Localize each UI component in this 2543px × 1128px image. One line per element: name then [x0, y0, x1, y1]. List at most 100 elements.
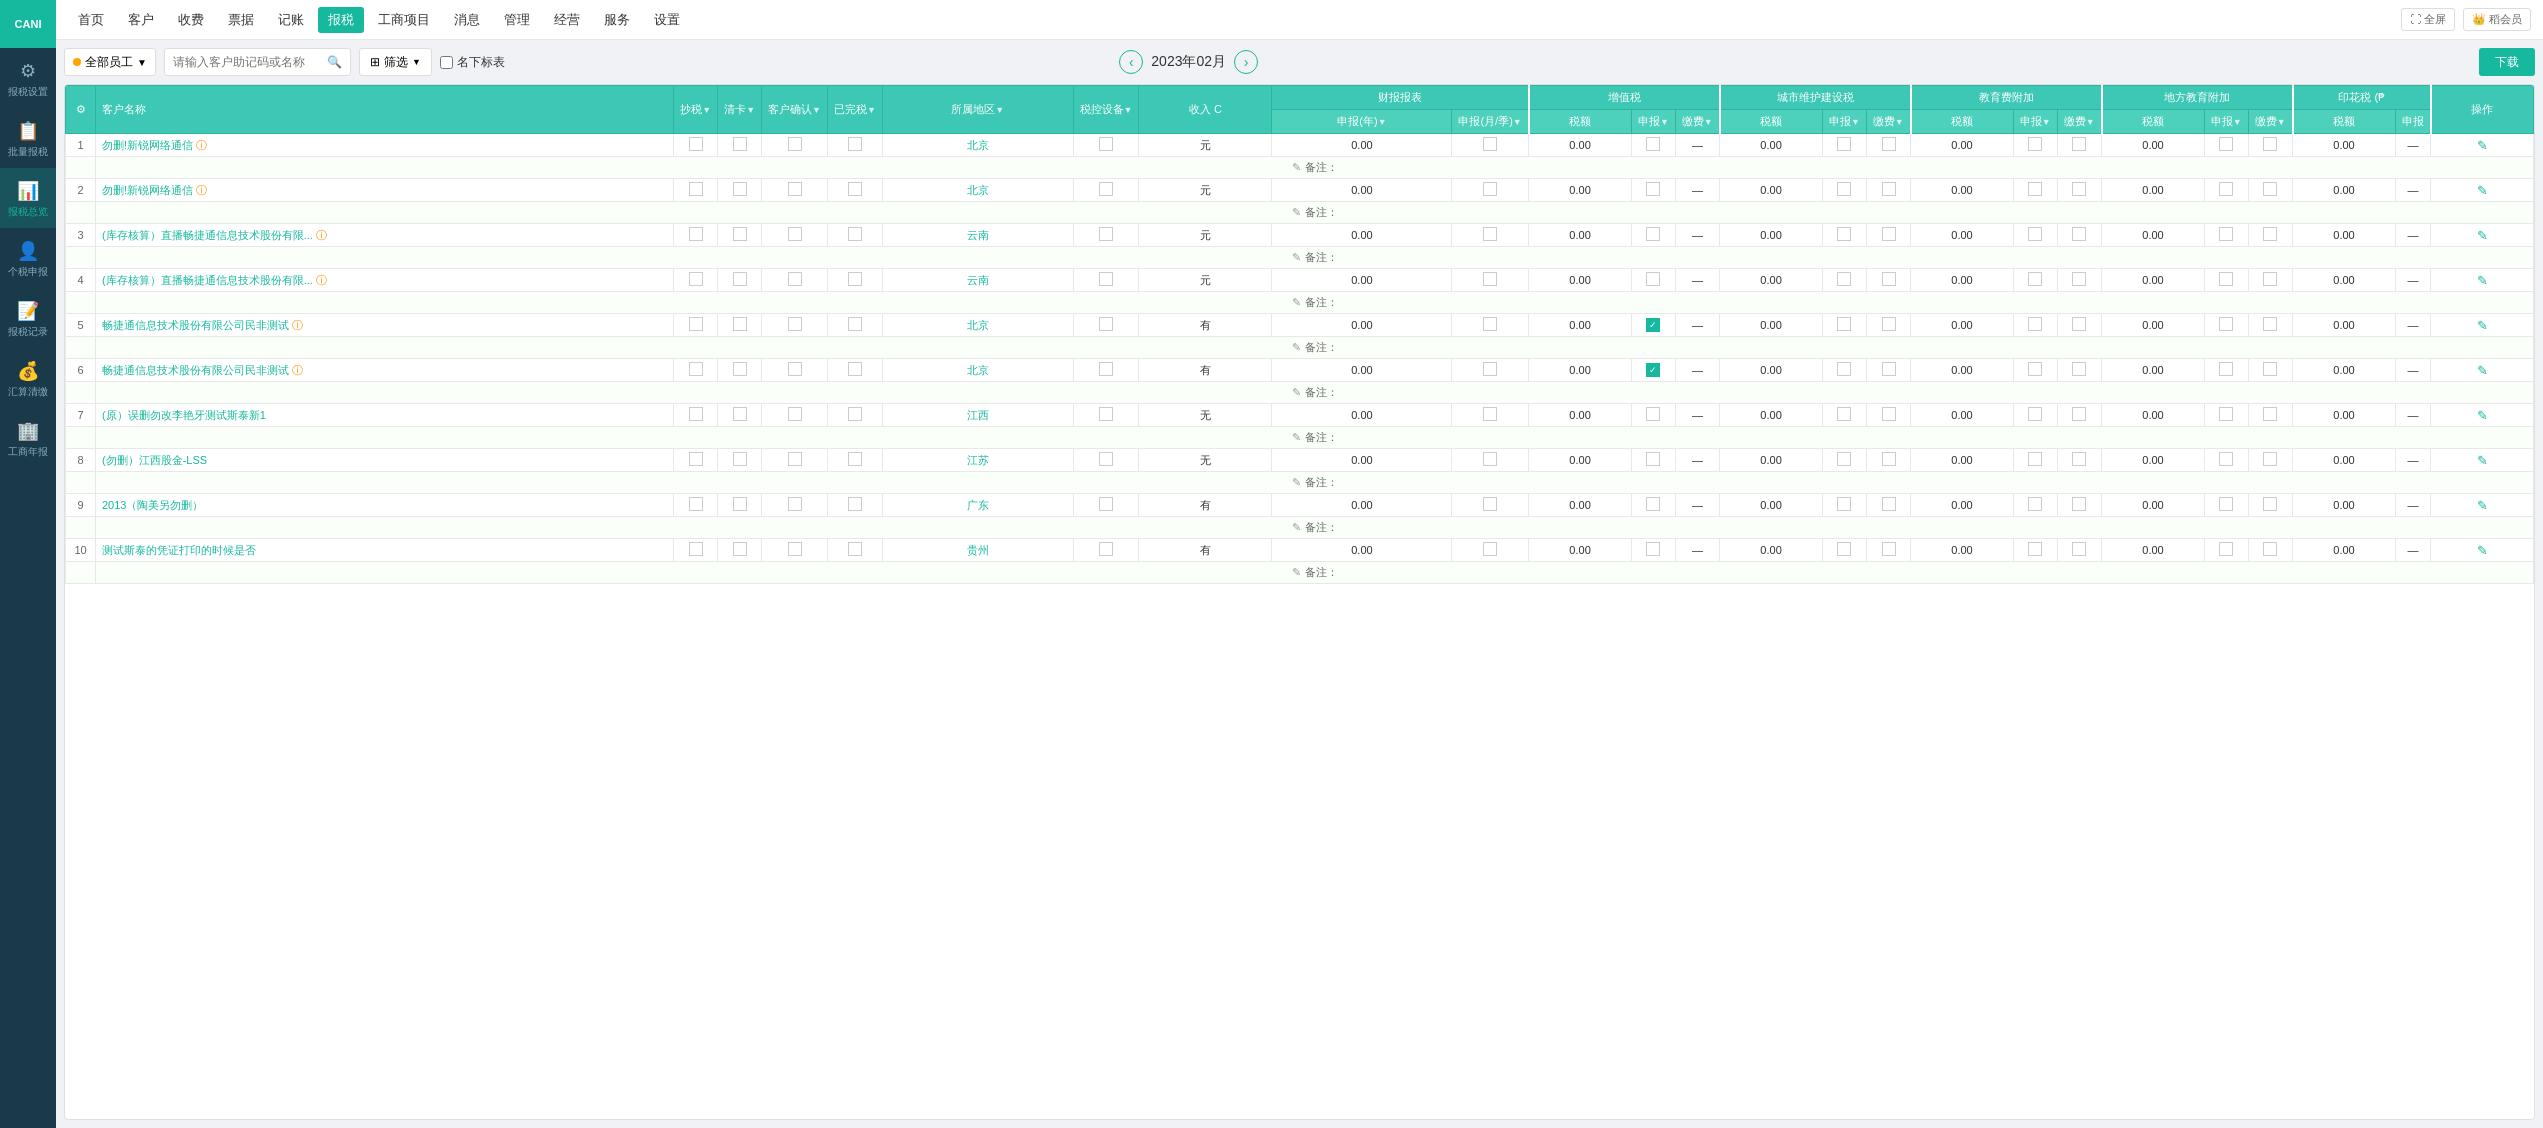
unchecked-checkbox[interactable] [848, 542, 862, 556]
unchecked-checkbox[interactable] [2263, 272, 2277, 286]
edit-icon[interactable]: ✎ [2477, 543, 2488, 558]
unchecked-checkbox[interactable] [1099, 452, 1113, 466]
unchecked-checkbox[interactable] [1882, 137, 1896, 151]
unchecked-checkbox[interactable] [848, 452, 862, 466]
unchecked-checkbox[interactable] [1483, 362, 1497, 376]
unchecked-checkbox[interactable] [2072, 452, 2086, 466]
unchecked-checkbox[interactable] [2072, 317, 2086, 331]
unchecked-checkbox[interactable] [788, 182, 802, 196]
unchecked-checkbox[interactable] [1646, 452, 1660, 466]
unchecked-checkbox[interactable] [1483, 497, 1497, 511]
unchecked-checkbox[interactable] [2219, 542, 2233, 556]
unchecked-checkbox[interactable] [2028, 137, 2042, 151]
unchecked-checkbox[interactable] [1646, 272, 1660, 286]
edit-icon[interactable]: ✎ [2477, 363, 2488, 378]
unchecked-checkbox[interactable] [733, 182, 747, 196]
sidebar-item-personal-tax[interactable]: 👤 个税申报 [0, 228, 56, 288]
unchecked-checkbox[interactable] [1099, 407, 1113, 421]
client-name-cell[interactable]: (库存核算）直播畅捷通信息技术股份有限... ⓘ [96, 224, 674, 247]
unchecked-checkbox[interactable] [1483, 227, 1497, 241]
checked-checkbox[interactable]: ✓ [1646, 318, 1660, 332]
unchecked-checkbox[interactable] [788, 452, 802, 466]
fullscreen-button[interactable]: ⛶ 全屏 [2401, 8, 2455, 31]
unchecked-checkbox[interactable] [1646, 542, 1660, 556]
unchecked-checkbox[interactable] [1099, 317, 1113, 331]
sidebar-item-tax-settings[interactable]: ⚙ 报税设置 [0, 48, 56, 108]
unchecked-checkbox[interactable] [2263, 497, 2277, 511]
unchecked-checkbox[interactable] [733, 407, 747, 421]
unchecked-checkbox[interactable] [1882, 362, 1896, 376]
unchecked-checkbox[interactable] [2263, 137, 2277, 151]
nav-fee[interactable]: 收费 [168, 7, 214, 33]
unchecked-checkbox[interactable] [2072, 407, 2086, 421]
unchecked-checkbox[interactable] [788, 407, 802, 421]
unchecked-checkbox[interactable] [1837, 137, 1851, 151]
unchecked-checkbox[interactable] [1646, 497, 1660, 511]
client-name-cell[interactable]: 勿删!新锐网络通信 ⓘ [96, 179, 674, 202]
unchecked-checkbox[interactable] [2219, 137, 2233, 151]
edit-icon[interactable]: ✎ [2477, 498, 2488, 513]
unchecked-checkbox[interactable] [1646, 407, 1660, 421]
unchecked-checkbox[interactable] [2219, 407, 2233, 421]
unchecked-checkbox[interactable] [689, 542, 703, 556]
sidebar-item-annual-settlement[interactable]: 💰 汇算清缴 [0, 348, 56, 408]
unchecked-checkbox[interactable] [2072, 272, 2086, 286]
unchecked-checkbox[interactable] [2219, 362, 2233, 376]
member-button[interactable]: 👑 稻会员 [2463, 8, 2531, 31]
unchecked-checkbox[interactable] [1837, 227, 1851, 241]
sidebar-item-business-annual[interactable]: 🏢 工商年报 [0, 408, 56, 468]
unchecked-checkbox[interactable] [1099, 497, 1113, 511]
unchecked-checkbox[interactable] [848, 272, 862, 286]
edit-icon[interactable]: ✎ [2477, 183, 2488, 198]
nav-settings[interactable]: 设置 [644, 7, 690, 33]
unchecked-checkbox[interactable] [2219, 497, 2233, 511]
unchecked-checkbox[interactable] [848, 182, 862, 196]
unchecked-checkbox[interactable] [733, 497, 747, 511]
unchecked-checkbox[interactable] [1646, 182, 1660, 196]
unchecked-checkbox[interactable] [1483, 542, 1497, 556]
unchecked-checkbox[interactable] [733, 452, 747, 466]
unchecked-checkbox[interactable] [689, 317, 703, 331]
prev-month-button[interactable]: ‹ [1119, 50, 1143, 74]
unchecked-checkbox[interactable] [2263, 317, 2277, 331]
unchecked-checkbox[interactable] [689, 227, 703, 241]
unchecked-checkbox[interactable] [2219, 182, 2233, 196]
unchecked-checkbox[interactable] [1646, 227, 1660, 241]
unchecked-checkbox[interactable] [2219, 452, 2233, 466]
unchecked-checkbox[interactable] [1837, 452, 1851, 466]
client-name-cell[interactable]: 勿删!新锐网络通信 ⓘ [96, 134, 674, 157]
nav-manage[interactable]: 管理 [494, 7, 540, 33]
unchecked-checkbox[interactable] [2072, 362, 2086, 376]
unchecked-checkbox[interactable] [2028, 272, 2042, 286]
unchecked-checkbox[interactable] [1099, 272, 1113, 286]
unchecked-checkbox[interactable] [2028, 407, 2042, 421]
unchecked-checkbox[interactable] [2263, 362, 2277, 376]
download-button[interactable]: 下载 [2479, 48, 2535, 76]
unchecked-checkbox[interactable] [689, 407, 703, 421]
search-icon[interactable]: 🔍 [327, 55, 342, 69]
nav-bookkeeping[interactable]: 记账 [268, 7, 314, 33]
unchecked-checkbox[interactable] [1099, 542, 1113, 556]
unchecked-checkbox[interactable] [1837, 407, 1851, 421]
filter-button[interactable]: ⊞ 筛选 ▼ [359, 48, 432, 76]
unchecked-checkbox[interactable] [848, 227, 862, 241]
unchecked-checkbox[interactable] [2072, 542, 2086, 556]
unchecked-checkbox[interactable] [689, 497, 703, 511]
unchecked-checkbox[interactable] [2219, 227, 2233, 241]
client-name-cell[interactable]: (勿删）江西股金-LSS [96, 449, 674, 472]
unchecked-checkbox[interactable] [1837, 182, 1851, 196]
unchecked-checkbox[interactable] [1099, 227, 1113, 241]
next-month-button[interactable]: › [1234, 50, 1258, 74]
unchecked-checkbox[interactable] [2263, 452, 2277, 466]
unchecked-checkbox[interactable] [2219, 317, 2233, 331]
unchecked-checkbox[interactable] [1882, 407, 1896, 421]
client-name-cell[interactable]: 畅捷通信息技术股份有限公司民非测试 ⓘ [96, 359, 674, 382]
unchecked-checkbox[interactable] [788, 542, 802, 556]
unchecked-checkbox[interactable] [2028, 227, 2042, 241]
unchecked-checkbox[interactable] [1837, 542, 1851, 556]
nav-client[interactable]: 客户 [118, 7, 164, 33]
unchecked-checkbox[interactable] [733, 542, 747, 556]
client-name-cell[interactable]: 测试斯泰的凭证打印的时候是否 [96, 539, 674, 562]
unchecked-checkbox[interactable] [689, 452, 703, 466]
unchecked-checkbox[interactable] [733, 317, 747, 331]
